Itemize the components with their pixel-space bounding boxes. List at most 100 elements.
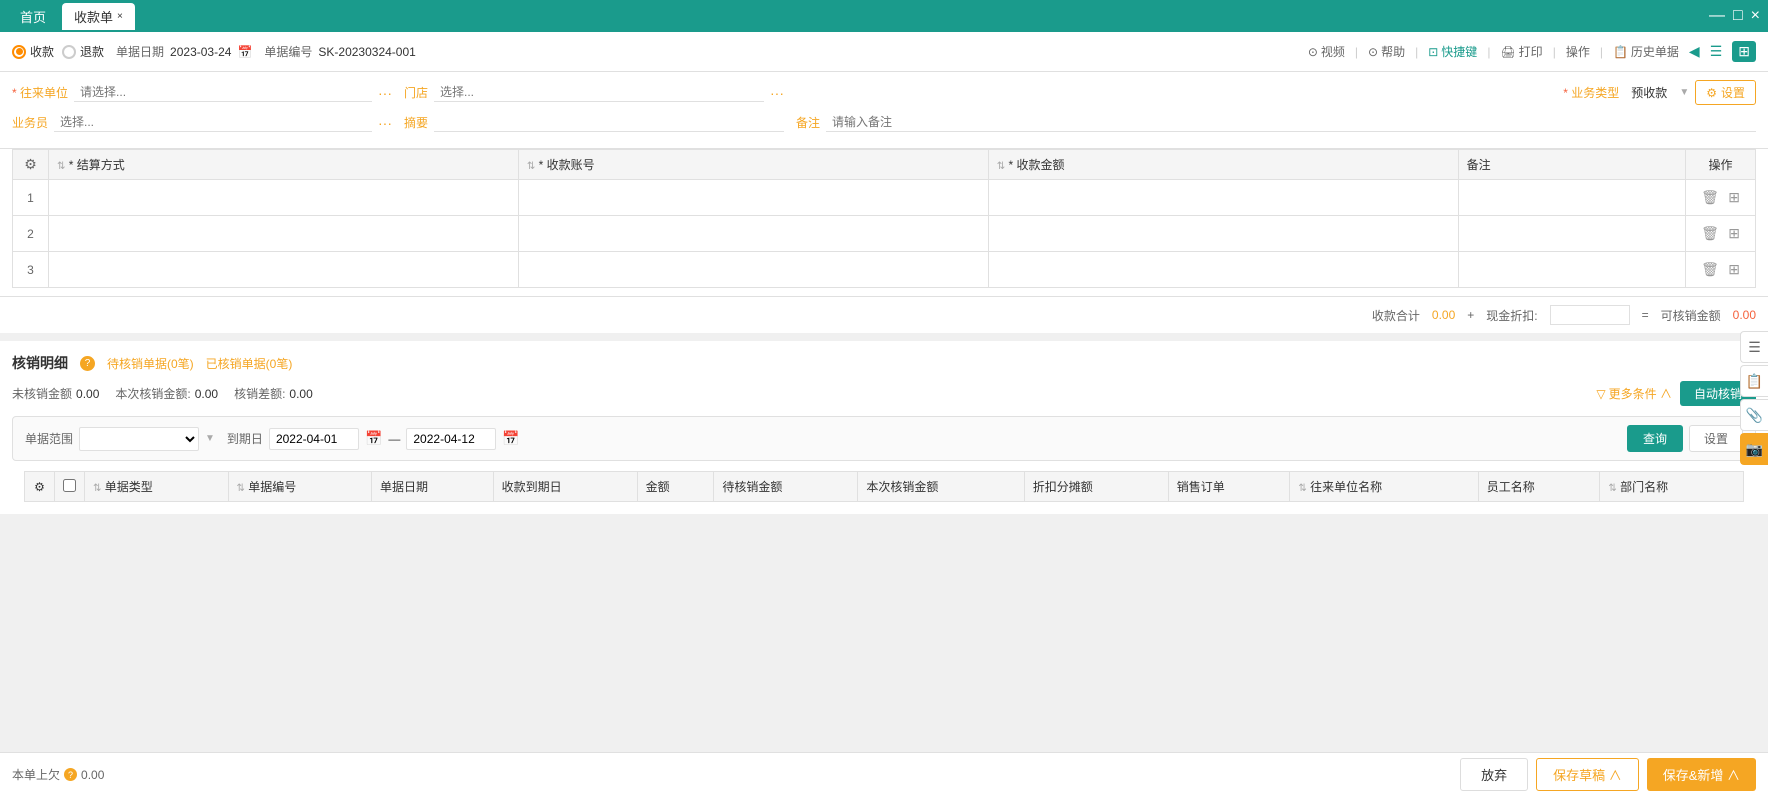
table-settings-icon[interactable]: ⚙	[24, 156, 37, 172]
col-settle: ⇅ * 结算方式	[49, 150, 519, 180]
unverified-value: 0.00	[76, 387, 99, 401]
more-filter-btn[interactable]: ▽ 更多条件 ∧	[1596, 385, 1672, 402]
print-label: 打印	[1519, 43, 1543, 60]
table-row: 1 🗑 ⊞	[13, 180, 1756, 216]
float-attach-btn[interactable]: 📎	[1740, 399, 1768, 431]
remark-label: 备注	[796, 114, 820, 131]
date-to-input[interactable]	[406, 428, 496, 450]
select-all-checkbox[interactable]	[63, 479, 76, 492]
stat-unverified: 未核销金额 0.00	[12, 385, 99, 402]
staff-field: 业务员 ···	[12, 113, 392, 132]
partner-more-icon[interactable]: ···	[378, 85, 392, 101]
radio-refund-label: 退款	[80, 43, 104, 60]
float-doc-btn[interactable]: 📋	[1740, 365, 1768, 397]
range-select[interactable]	[79, 427, 199, 451]
cal-from-icon[interactable]: 📅	[365, 430, 382, 447]
business-type-field: 业务类型 预收款 ▼ ⚙ 设置	[1563, 80, 1756, 105]
row-2-remark[interactable]	[1458, 216, 1685, 252]
row-1-delete-btn[interactable]: 🗑	[1698, 189, 1722, 206]
row-2-account[interactable]	[518, 216, 988, 252]
discard-button[interactable]: 放弃	[1460, 758, 1528, 791]
radio-receipt[interactable]: 收款	[12, 43, 54, 60]
tab-close-icon[interactable]: ×	[117, 11, 123, 22]
float-table-btn[interactable]: ☰	[1740, 331, 1768, 363]
row-3-account[interactable]	[518, 252, 988, 288]
row-1-amount[interactable]	[988, 180, 1458, 216]
table-row: 2 🗑 ⊞	[13, 216, 1756, 252]
abstract-input[interactable]	[434, 113, 784, 132]
radio-refund[interactable]: 退款	[62, 43, 104, 60]
receipt-table: ⚙ ⇅ * 结算方式 ⇅ * 收款账号 ⇅ * 收款金额	[12, 149, 1756, 288]
query-btn[interactable]: 查询	[1627, 425, 1683, 452]
row-2-settle[interactable]	[49, 216, 519, 252]
row-3-remark[interactable]	[1458, 252, 1685, 288]
layout-prev[interactable]: ◀	[1689, 43, 1700, 60]
staff-more-icon[interactable]: ···	[378, 115, 392, 131]
save-new-button[interactable]: 保存&新增 ∧	[1647, 758, 1756, 791]
row-1-settle[interactable]	[49, 180, 519, 216]
col-type: ⇅ 单据类型	[85, 472, 229, 502]
current-value: 0.00	[195, 387, 218, 401]
unverified-label: 未核销金额	[12, 385, 72, 402]
row-3-amount[interactable]	[988, 252, 1458, 288]
win-maximize[interactable]: □	[1733, 7, 1743, 25]
business-type-value: 预收款	[1625, 84, 1673, 101]
partner-input[interactable]	[74, 83, 372, 102]
layout-grid[interactable]: ⊞	[1732, 41, 1756, 62]
row-3-delete-btn[interactable]: 🗑	[1698, 261, 1722, 278]
tab-receipt[interactable]: 收款单 ×	[62, 3, 135, 30]
row-1-actions: 🗑 ⊞	[1686, 180, 1756, 216]
history-btn[interactable]: 📋 历史单据	[1613, 43, 1679, 60]
calendar-icon[interactable]: 📅	[237, 45, 252, 59]
form-row-1: 往来单位 ··· 门店 ··· 业务类型 预收款 ▼ ⚙ 设置	[12, 80, 1756, 105]
help-btn[interactable]: ⊙ 帮助	[1368, 43, 1405, 60]
verify-info-icon[interactable]: ?	[80, 356, 95, 371]
business-type-arrow[interactable]: ▼	[1679, 87, 1689, 98]
pending-tab[interactable]: 待核销单据(0笔)	[107, 355, 194, 372]
done-tab[interactable]: 已核销单据(0笔)	[206, 355, 293, 372]
row-3-settle[interactable]	[49, 252, 519, 288]
staff-input[interactable]	[54, 113, 372, 132]
save-draft-button[interactable]: 保存草稿 ∧	[1536, 758, 1639, 791]
remark-field: 备注	[796, 113, 1756, 132]
date-dash: —	[388, 432, 400, 446]
cal-to-icon[interactable]: 📅	[502, 430, 519, 447]
row-3-copy-btn[interactable]: ⊞	[1725, 261, 1743, 278]
verify-table: ⚙ ⇅ 单据类型 ⇅ 单据编号	[24, 471, 1744, 502]
row-2-delete-btn[interactable]: 🗑	[1698, 225, 1722, 242]
store-more-icon[interactable]: ···	[770, 85, 784, 101]
row-1-account[interactable]	[518, 180, 988, 216]
col-remark: 备注	[1458, 150, 1685, 180]
print-btn[interactable]: 🖨 打印	[1500, 43, 1542, 60]
row-2-copy-btn[interactable]: ⊞	[1725, 225, 1743, 242]
setup-button[interactable]: ⚙ 设置	[1695, 80, 1756, 105]
verify-stats: 未核销金额 0.00 本次核销金额: 0.00 核销差额: 0.00 ▽ 更多条…	[12, 381, 1756, 406]
due-label: 到期日	[227, 430, 263, 447]
layout-menu[interactable]: ☰	[1710, 43, 1723, 60]
row-2-amount[interactable]	[988, 216, 1458, 252]
remark-input[interactable]	[826, 113, 1756, 132]
filter-due: 到期日 📅 — 📅	[227, 428, 520, 450]
date-from-input[interactable]	[269, 428, 359, 450]
partner-label: 往来单位	[12, 84, 68, 101]
float-camera-btn[interactable]: 📷	[1740, 433, 1768, 465]
row-1-copy-btn[interactable]: ⊞	[1725, 189, 1743, 206]
col-order: 销售订单	[1168, 472, 1290, 502]
video-btn[interactable]: ⊙ 视频	[1308, 43, 1345, 60]
order-info-icon[interactable]: ?	[64, 768, 77, 781]
collect-label: 收款合计	[1372, 307, 1420, 324]
filter-settings-btn[interactable]: 设置	[1689, 425, 1743, 452]
radio-refund-dot	[62, 45, 76, 59]
toolbar-right: ⊙ 视频 | ⊙ 帮助 | ⊡ 快捷键 | 🖨 打印 | 操作 |	[1308, 41, 1756, 62]
store-input[interactable]	[434, 83, 764, 102]
discount-input[interactable]	[1550, 305, 1630, 325]
no-label: 单据编号	[264, 43, 312, 60]
shortcut-btn[interactable]: ⊡ 快捷键	[1428, 43, 1477, 60]
win-minimize[interactable]: —	[1709, 7, 1725, 25]
operation-btn[interactable]: 操作	[1566, 43, 1590, 60]
row-1-remark[interactable]	[1458, 180, 1685, 216]
win-close[interactable]: ×	[1751, 7, 1760, 25]
gear-icon[interactable]: ⚙	[34, 480, 45, 494]
tab-home[interactable]: 首页	[8, 3, 58, 30]
range-arrow[interactable]: ▼	[205, 433, 215, 444]
